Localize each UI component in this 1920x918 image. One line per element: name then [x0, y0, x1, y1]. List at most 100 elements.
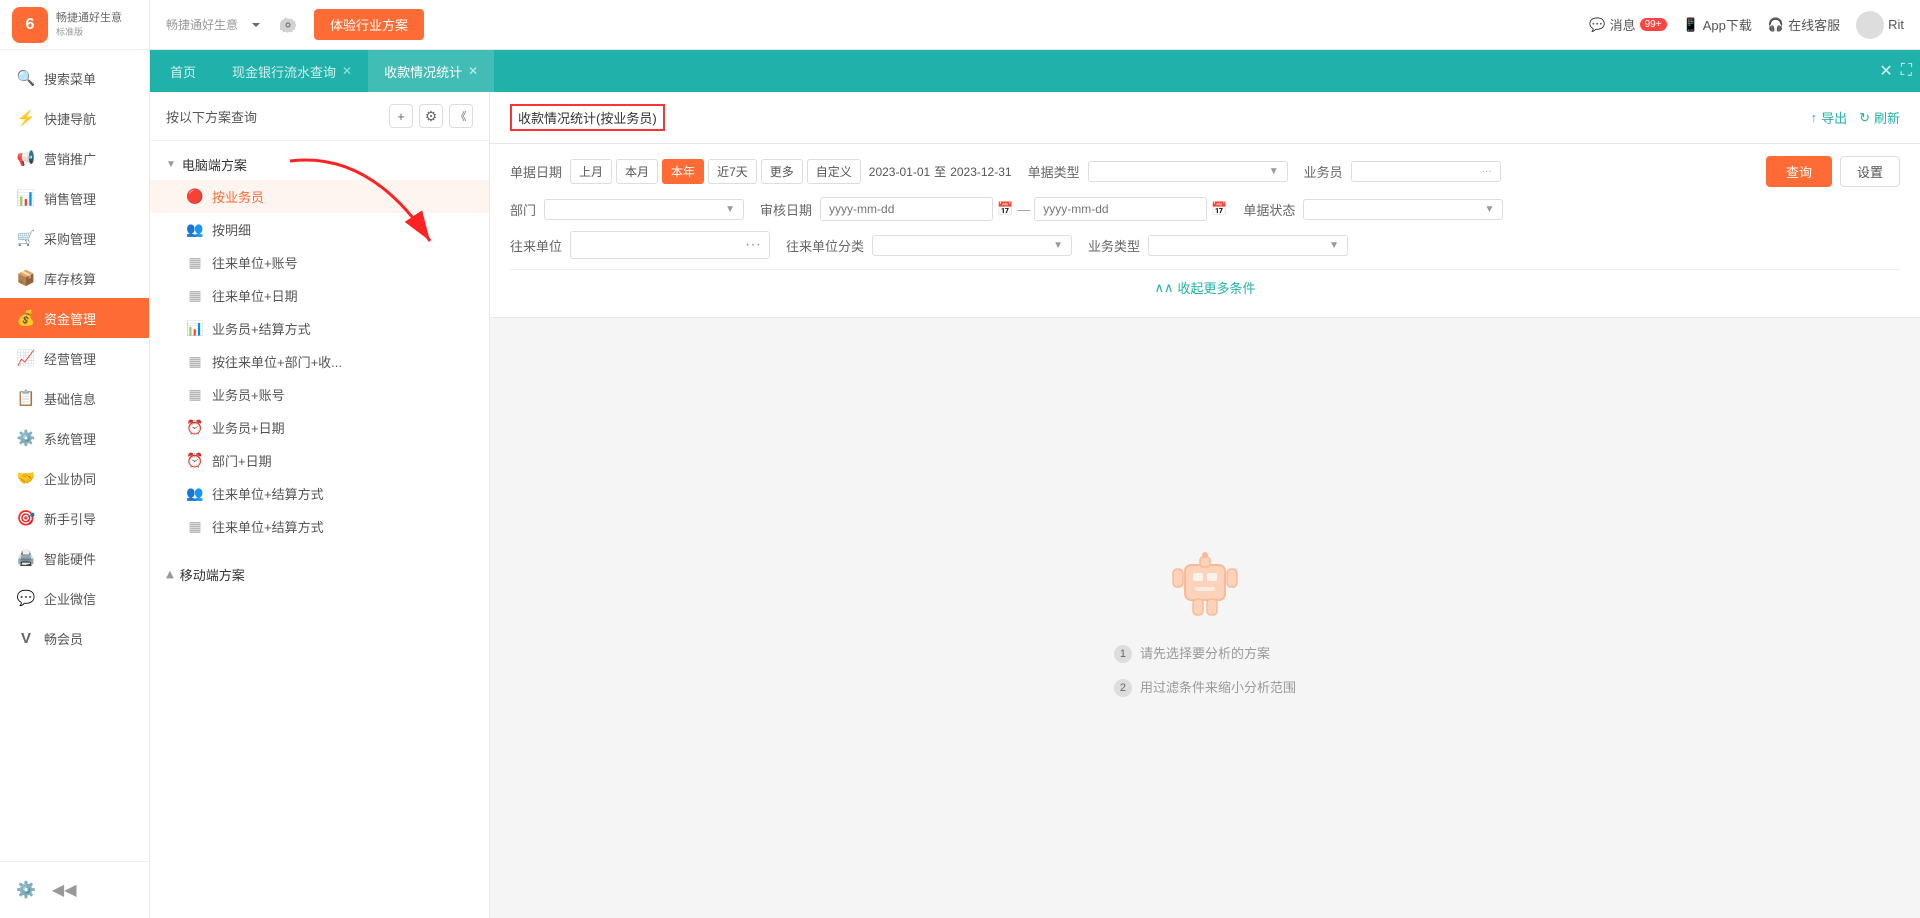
scheme-settings-button[interactable]: ⚙	[419, 104, 443, 128]
scheme-item-by-detail[interactable]: 👥 按明细	[150, 213, 489, 246]
doc-type-select[interactable]: ▼	[1088, 161, 1288, 182]
member-icon: V	[16, 628, 36, 648]
date-this-month[interactable]: 本月	[616, 159, 658, 184]
sidebar-item-sales[interactable]: 📊 销售管理	[0, 178, 149, 218]
tab-home[interactable]: 首页	[150, 50, 216, 92]
top-header: 畅捷通好生意 体验行业方案 💬 消息 99+ 📱 App下载 🎧 在线客服	[150, 0, 1920, 50]
scheme-item-unit-dept-collect[interactable]: ▦ 按往来单位+部门+收...	[150, 345, 489, 378]
header-dropdown[interactable]	[250, 19, 262, 31]
sidebar-item-finance[interactable]: 💰 资金管理	[0, 298, 149, 338]
enterprise-icon: 🤝	[16, 468, 36, 488]
trial-button[interactable]: 体验行业方案	[314, 9, 424, 40]
salesperson-filter: 业务员 ···	[1304, 161, 1501, 182]
page-title-row: 收款情况统计(按业务员) ↑ 导出 ↻ 刷新	[510, 104, 1900, 131]
audit-date-filter: 审核日期 📅 — 📅	[760, 197, 1227, 221]
hardware-icon: 🖨️	[16, 548, 36, 568]
date-range-display: 2023-01-01 至 2023-12-31	[869, 163, 1012, 180]
user-avatar-area[interactable]: Rit	[1856, 11, 1904, 39]
unit-date-icon: ▦	[186, 287, 204, 305]
tab-bank-close[interactable]: ✕	[342, 64, 352, 78]
scheme-item-dept-date[interactable]: ⏰ 部门+日期	[150, 444, 489, 477]
pc-section-title[interactable]: ▼ 电脑端方案	[150, 149, 489, 180]
counterpart-select[interactable]: ···	[570, 231, 770, 259]
sidebar-item-basic[interactable]: 📋 基础信息	[0, 378, 149, 418]
tab-receipts-close[interactable]: ✕	[468, 64, 478, 78]
date-last-month[interactable]: 上月	[570, 159, 612, 184]
sidebar-item-member[interactable]: V 畅会员	[0, 618, 149, 658]
sidebar-item-operation[interactable]: 📈 经营管理	[0, 338, 149, 378]
scheme-section-pc: ▼ 电脑端方案 🔴 按业务员 👥 按明细 ▦ 往来单位+账号 ▦ 往来	[150, 141, 489, 551]
scheme-item-salesperson-date[interactable]: ⏰ 业务员+日期	[150, 411, 489, 444]
dept-select[interactable]: ▼	[544, 199, 744, 220]
collapse-panel-button[interactable]: 《	[449, 104, 473, 128]
inventory-icon: 📦	[16, 268, 36, 288]
marketing-icon: 📢	[16, 148, 36, 168]
add-scheme-button[interactable]: +	[389, 104, 413, 128]
scheme-item-unit-date[interactable]: ▦ 往来单位+日期	[150, 279, 489, 312]
scheme-item-salesperson-settle[interactable]: 📊 业务员+结算方式	[150, 312, 489, 345]
scheme-item-unit-settle2[interactable]: ▦ 往来单位+结算方式	[150, 510, 489, 543]
page-title-actions: ↑ 导出 ↻ 刷新	[1811, 108, 1900, 127]
counterpart-more-btn[interactable]: ···	[745, 236, 761, 254]
counterpart-class-filter: 往来单位分类 ▼	[786, 235, 1072, 256]
sidebar-item-wechat[interactable]: 💬 企业微信	[0, 578, 149, 618]
salesperson-label: 业务员	[1304, 162, 1343, 181]
scheme-item-unit-settle1[interactable]: 👥 往来单位+结算方式	[150, 477, 489, 510]
tab-close-all-icon[interactable]: ✕	[1879, 61, 1892, 81]
sidebar-item-search[interactable]: 🔍 搜索菜单	[0, 58, 149, 98]
date-more[interactable]: 更多	[761, 159, 803, 184]
basic-icon: 📋	[16, 388, 36, 408]
app-download-action[interactable]: 📱 App下载	[1683, 15, 1752, 34]
sidebar-item-hardware[interactable]: 🖨️ 智能硬件	[0, 538, 149, 578]
audit-date-group: 📅 — 📅	[820, 197, 1227, 221]
query-button[interactable]: 查询	[1766, 156, 1832, 187]
counterpart-class-select[interactable]: ▼	[872, 235, 1072, 256]
audit-date-end-input[interactable]	[1034, 197, 1207, 221]
sidebar-item-quicknav[interactable]: ⚡ 快捷导航	[0, 98, 149, 138]
export-button[interactable]: ↑ 导出	[1811, 108, 1848, 127]
header-gear-icon[interactable]	[274, 11, 302, 39]
filter-row-2: 部门 ▼ 审核日期 📅 — 📅	[510, 197, 1900, 221]
scheme-item-by-salesperson[interactable]: 🔴 按业务员	[150, 180, 489, 213]
quicknav-icon: ⚡	[16, 108, 36, 128]
tab-bar-right: ✕ ⛶	[1879, 61, 1920, 81]
date-last-7days[interactable]: 近7天	[708, 159, 757, 184]
audit-date-start-input[interactable]	[820, 197, 993, 221]
online-service-action[interactable]: 🎧 在线客服	[1768, 15, 1840, 34]
tab-receipts[interactable]: 收款情况统计 ✕	[368, 50, 494, 92]
date-options: 上月 本月 本年 近7天 更多 自定义	[570, 159, 861, 184]
tab-expand-icon[interactable]: ⛶	[1901, 62, 1912, 80]
sidebar-item-purchase[interactable]: 🛒 采购管理	[0, 218, 149, 258]
tab-bank[interactable]: 现金银行流水查询 ✕	[216, 50, 368, 92]
sidebar-item-inventory[interactable]: 📦 库存核算	[0, 258, 149, 298]
set-button[interactable]: 设置	[1840, 156, 1900, 187]
message-action[interactable]: 💬 消息 99+	[1589, 15, 1666, 34]
date-this-year[interactable]: 本年	[662, 159, 704, 184]
scheme-section-mobile: ▶ 移动端方案	[150, 551, 489, 598]
settings-bottom-icon[interactable]: ⚙️	[16, 880, 36, 900]
date-custom[interactable]: 自定义	[807, 159, 861, 184]
collapse-more-btn[interactable]: ∧∧ 收起更多条件	[510, 269, 1900, 305]
biz-type-chevron: ▼	[1329, 240, 1339, 251]
counterpart-filter: 往来单位 ···	[510, 231, 770, 259]
scheme-item-unit-account[interactable]: ▦ 往来单位+账号	[150, 246, 489, 279]
empty-hint-1: 1 请先选择要分析的方案	[1114, 641, 1296, 667]
sidebar-item-marketing[interactable]: 📢 营销推广	[0, 138, 149, 178]
collapse-sidebar-icon[interactable]: ◀◀	[52, 880, 77, 900]
system-icon: ⚙️	[16, 428, 36, 448]
doc-status-label: 单据状态	[1243, 200, 1295, 219]
sidebar-item-enterprise[interactable]: 🤝 企业协同	[0, 458, 149, 498]
scheme-item-salesperson-account[interactable]: ▦ 业务员+账号	[150, 378, 489, 411]
tab-bar: 首页 现金银行流水查询 ✕ 收款情况统计 ✕ ✕ ⛶	[150, 50, 1920, 92]
audit-date-start-icon[interactable]: 📅	[997, 201, 1013, 217]
audit-date-end-icon[interactable]: 📅	[1211, 201, 1227, 217]
biz-type-select[interactable]: ▼	[1148, 235, 1348, 256]
app-download-icon: 📱	[1683, 17, 1699, 33]
salesperson-select[interactable]: ···	[1351, 161, 1501, 182]
mobile-section-title[interactable]: ▶ 移动端方案	[150, 559, 489, 590]
sidebar-item-system[interactable]: ⚙️ 系统管理	[0, 418, 149, 458]
refresh-button[interactable]: ↻ 刷新	[1859, 108, 1900, 127]
doc-status-select[interactable]: ▼	[1303, 199, 1503, 220]
sidebar-item-guide[interactable]: 🎯 新手引导	[0, 498, 149, 538]
dept-date-icon: ⏰	[186, 452, 204, 470]
